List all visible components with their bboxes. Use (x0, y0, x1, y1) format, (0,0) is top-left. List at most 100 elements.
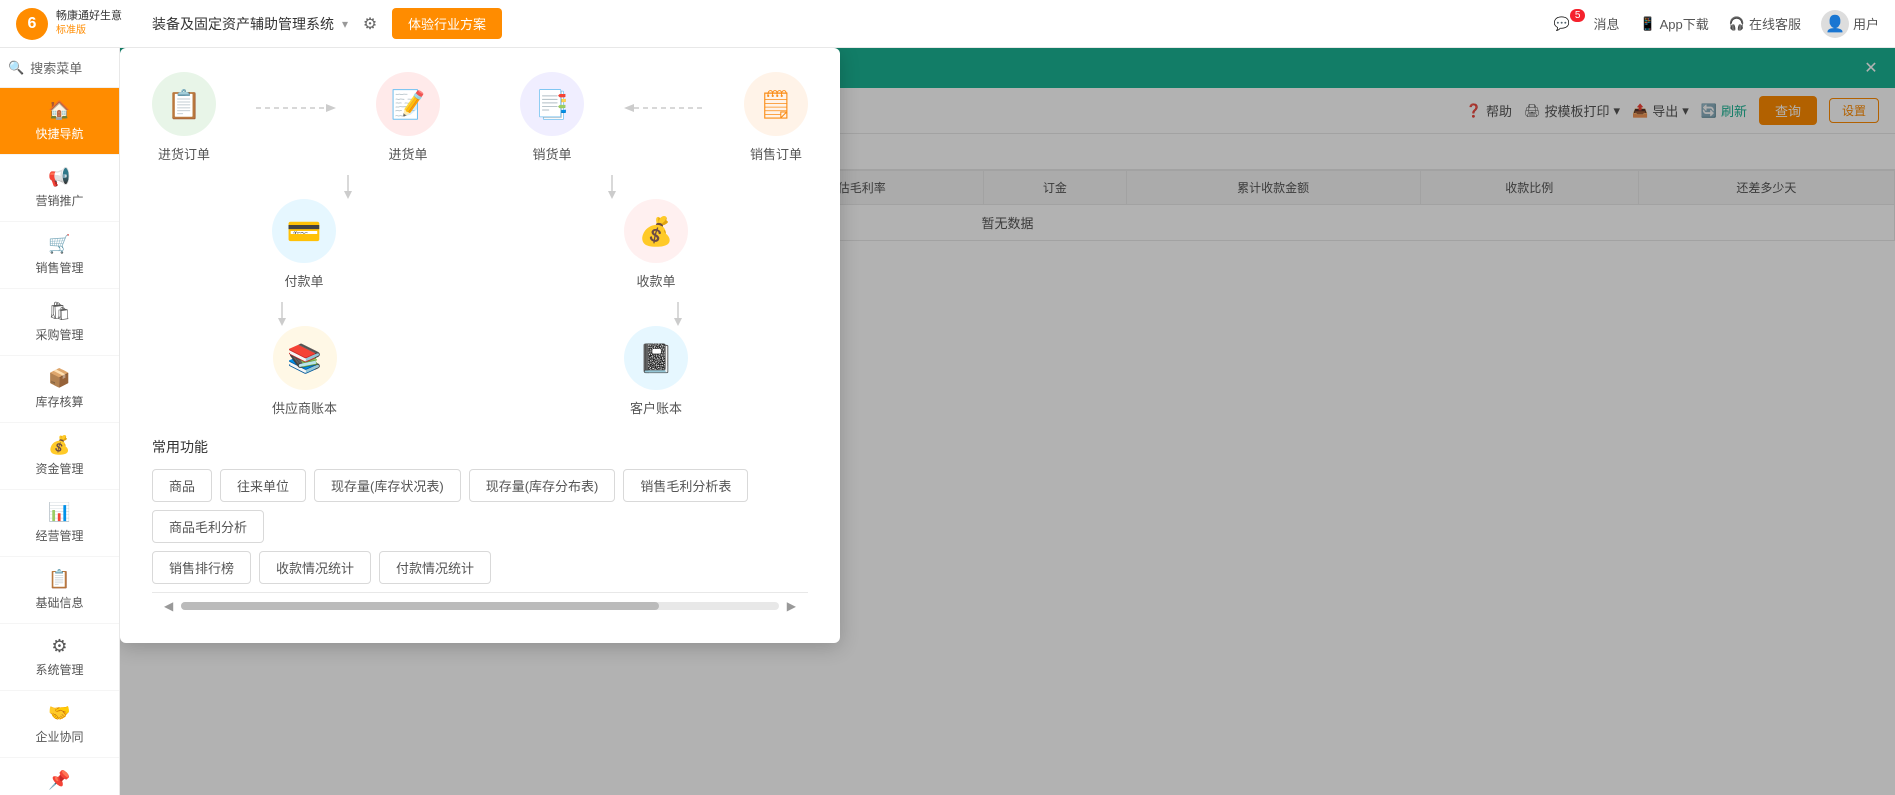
customer-ledger-circle: 📓 (624, 326, 688, 390)
purchase-bill-label: 进货单 (388, 144, 427, 163)
payment-bill-label: 付款单 (284, 271, 323, 290)
sales-bill-icon: 📑 (535, 88, 570, 121)
sidebar-item-sales[interactable]: 🛒 销售管理 (0, 222, 119, 289)
arrow-down-pb (338, 175, 358, 199)
marketing-icon: 📢 (48, 167, 70, 188)
operation-icon: 📊 (48, 502, 70, 523)
sidebar-item-enterprise[interactable]: 🤝 企业协同 (0, 691, 119, 758)
flow-supplier-ledger[interactable]: 📚 供应商账本 (272, 326, 337, 417)
btn-inventory-status[interactable]: 现存量(库存状况表) (314, 469, 461, 502)
sidebar-item-finance[interactable]: 💰 资金管理 (0, 423, 119, 490)
btn-goods[interactable]: 商品 (152, 469, 212, 502)
sales-bill-circle: 📑 (520, 72, 584, 136)
scroll-left-arrow[interactable]: ◀ (164, 599, 173, 613)
system-title: 装备及固定资产辅助管理系统 ▾ ⚙ 体验行业方案 (136, 8, 1554, 39)
arrow-so-to-sb (584, 98, 744, 118)
supplier-ledger-label: 供应商账本 (272, 398, 337, 417)
scroll-track[interactable] (181, 602, 779, 610)
sidebar-item-operation[interactable]: 📊 经营管理 (0, 490, 119, 557)
gear-button[interactable]: ⚙ (356, 10, 384, 38)
purchase-bill-icon: 📝 (391, 88, 426, 121)
sales-order-label: 销售订单 (750, 144, 802, 163)
logo-area: 6 畅康通好生意 标准版 (16, 8, 136, 40)
btn-goods-profit[interactable]: 商品毛利分析 (152, 510, 264, 543)
flow-purchase-order[interactable]: 📋 进货订单 (152, 72, 216, 163)
search-icon: 🔍 (8, 60, 24, 76)
purchase-order-label: 进货订单 (158, 144, 210, 163)
flow-purchase-bill[interactable]: 📝 进货单 (376, 72, 440, 163)
down-arrow-pb (338, 175, 358, 199)
receipt-bill-circle: 💰 (624, 199, 688, 263)
system-dropdown-icon[interactable]: ▾ (342, 17, 348, 31)
payment-bill-icon: 💳 (287, 215, 322, 248)
empty-col-2 (703, 175, 767, 199)
payment-bill-circle: 💳 (272, 199, 336, 263)
btn-receipt-stats[interactable]: 收款情况统计 (259, 551, 371, 584)
spacer2 (440, 175, 520, 199)
search-menu[interactable]: 🔍 搜索菜单 (0, 48, 119, 88)
dialog-overlay[interactable]: 📋 进货订单 (120, 48, 1895, 795)
system-icon: ⚙ (51, 636, 67, 657)
btn-sales-profit-table[interactable]: 销售毛利分析表 (623, 469, 748, 502)
top-bar: 6 畅康通好生意 标准版 装备及固定资产辅助管理系统 ▾ ⚙ 体验行业方案 💬 … (0, 0, 1895, 48)
common-functions-section: 常用功能 商品 往来单位 现存量(库存状况表) 现存量(库存分布表) 销售毛利分… (152, 437, 808, 584)
scroll-thumb (181, 602, 659, 610)
common-functions-title: 常用功能 (152, 437, 808, 457)
sidebar-item-system[interactable]: ⚙ 系统管理 (0, 624, 119, 691)
btn-sales-ranking[interactable]: 销售排行榜 (152, 551, 251, 584)
sidebar-item-quick-nav[interactable]: 🏠 快捷导航 (0, 88, 119, 155)
user-menu-button[interactable]: 👤 用户 (1821, 10, 1879, 38)
receipt-bill-label: 收款单 (636, 271, 675, 290)
flow-payment-bill[interactable]: 💳 付款单 (272, 199, 336, 290)
down-arrow-payment (272, 302, 292, 326)
user-avatar: 👤 (1821, 10, 1849, 38)
app-download-button[interactable]: 📱 App下载 (1639, 14, 1708, 33)
flow-sales-bill[interactable]: 📑 销货单 (520, 72, 584, 163)
arrow-down-sb (602, 175, 622, 199)
message-icon: 💬 (1554, 16, 1570, 32)
sales-icon: 🛒 (48, 234, 70, 255)
inventory-icon: 📦 (48, 368, 70, 389)
logo-icon: 6 (16, 8, 48, 40)
sidebar-item-newbie[interactable]: 📌 新手引导 (0, 758, 119, 795)
newbie-icon: 📌 (48, 770, 70, 791)
common-functions-row1: 商品 往来单位 现存量(库存状况表) 现存量(库存分布表) 销售毛利分析表 商品… (152, 469, 808, 543)
logo-text: 畅康通好生意 标准版 (56, 9, 122, 38)
sidebar-item-marketing[interactable]: 📢 营销推广 (0, 155, 119, 222)
message-button[interactable]: 💬 5 消息 (1554, 14, 1620, 33)
btn-payment-stats[interactable]: 付款情况统计 (379, 551, 491, 584)
sidebar-item-basic-info[interactable]: 📋 基础信息 (0, 557, 119, 624)
sidebar-item-inventory[interactable]: 📦 库存核算 (0, 356, 119, 423)
arrow-down-pay (272, 302, 292, 326)
btn-partners[interactable]: 往来单位 (220, 469, 306, 502)
dashed-arrow-left-1 (624, 98, 704, 118)
receipt-bill-icon: 💰 (639, 215, 674, 248)
sidebar-item-purchase[interactable]: 🛍 采购管理 (0, 289, 119, 356)
flow-sales-order[interactable]: 🗒 销售订单 (744, 72, 808, 163)
sidebar: 🔍 搜索菜单 🏠 快捷导航 📢 营销推广 🛒 销售管理 🛍 采购管理 📦 库存核… (0, 48, 120, 795)
quick-nav-dialog: 📋 进货订单 (120, 48, 840, 643)
supplier-ledger-icon: 📚 (287, 342, 322, 375)
online-service-button[interactable]: 🎧 在线客服 (1729, 14, 1801, 33)
btn-inventory-dist[interactable]: 现存量(库存分布表) (469, 469, 616, 502)
customer-ledger-icon: 📓 (639, 342, 674, 375)
empty-col-1 (193, 175, 257, 199)
flow-receipt-bill[interactable]: 💰 收款单 (624, 199, 688, 290)
flow-customer-ledger[interactable]: 📓 客户账本 (624, 326, 688, 417)
content-area: 首页 销售订单执行表 × ✕ — 📅 单据状态 (120, 48, 1895, 795)
download-icon: 📱 (1639, 16, 1655, 32)
main-layout: 🔍 搜索菜单 🏠 快捷导航 📢 营销推广 🛒 销售管理 🛍 采购管理 📦 库存核… (0, 48, 1895, 795)
sales-bill-label: 销货单 (532, 144, 571, 163)
arrow-po-to-pb (216, 98, 376, 118)
service-icon: 🎧 (1729, 16, 1745, 32)
supplier-ledger-circle: 📚 (273, 326, 337, 390)
arrow-down-receipt (668, 302, 688, 326)
spacer4 (292, 302, 668, 326)
scroll-right-arrow[interactable]: ▶ (787, 599, 796, 613)
purchase-bill-circle: 📝 (376, 72, 440, 136)
dashed-arrow-right-1 (256, 98, 336, 118)
trial-button[interactable]: 体验行业方案 (392, 8, 502, 39)
basic-info-icon: 📋 (48, 569, 70, 590)
dialog-content: 📋 进货订单 (120, 48, 840, 643)
home-icon: 🏠 (48, 100, 70, 121)
